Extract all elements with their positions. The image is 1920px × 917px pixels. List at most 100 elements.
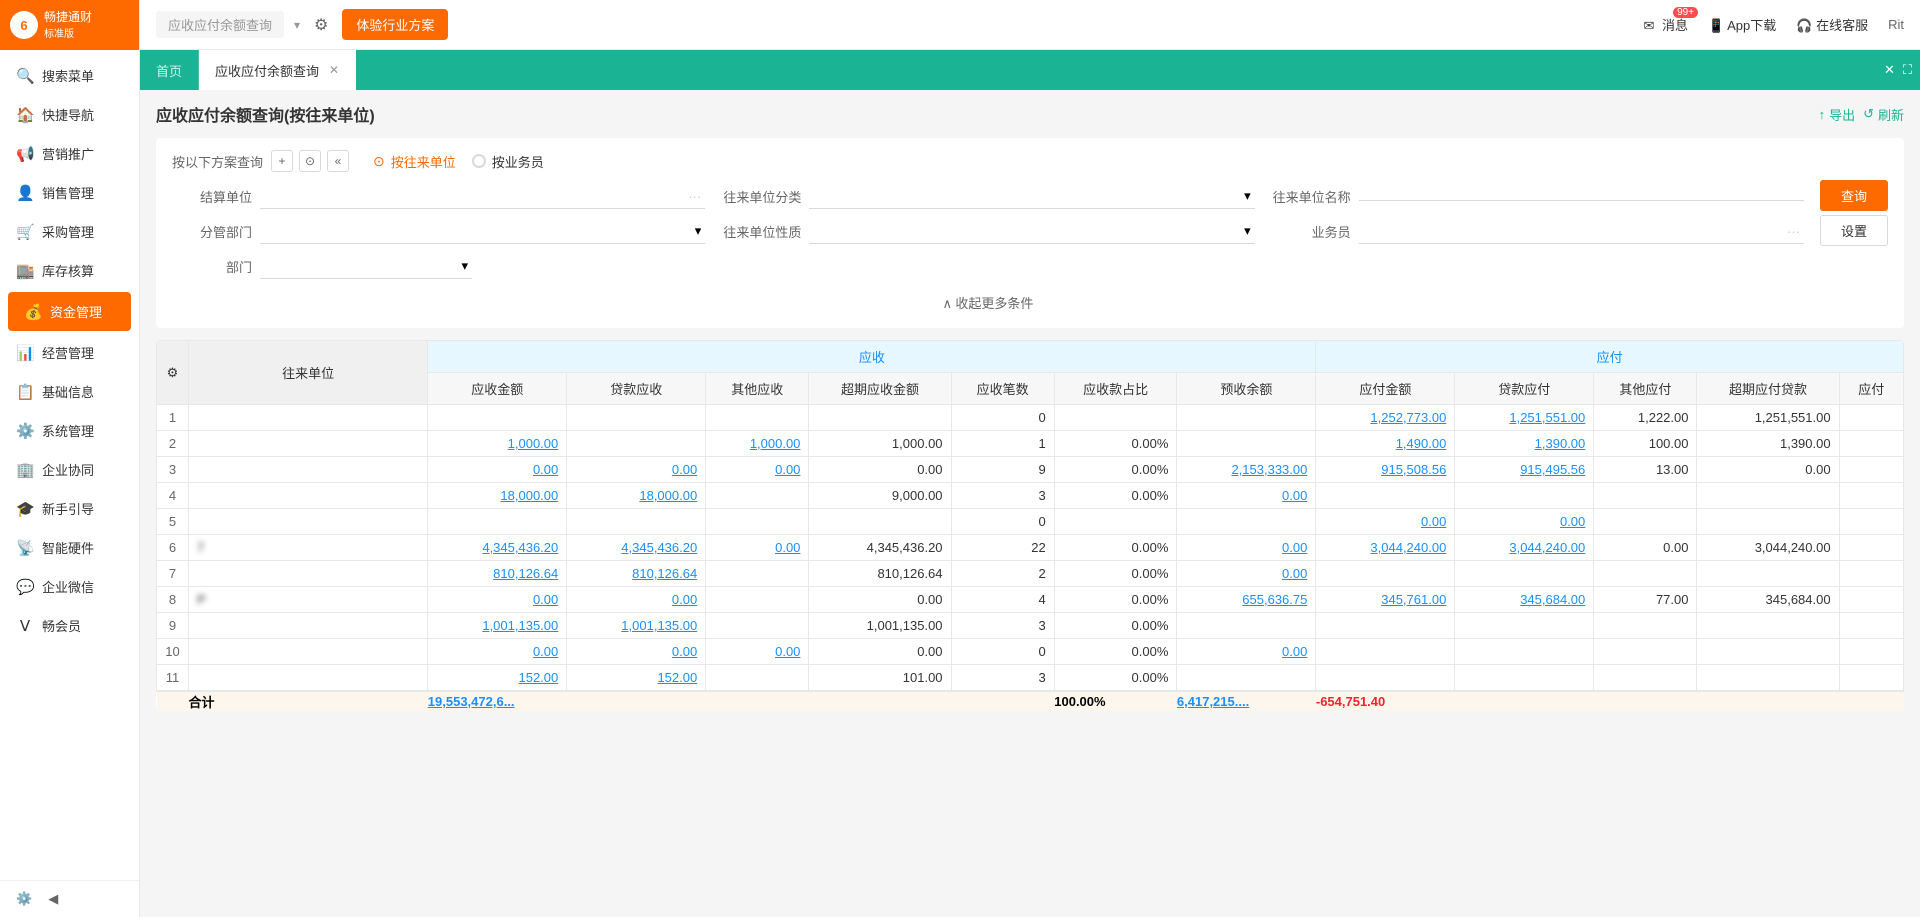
td-loan-ar[interactable]: 1,001,135.00 (567, 613, 706, 639)
scheme-option-by-staff[interactable]: 按业务员 (472, 152, 544, 171)
dept-select[interactable]: ▾ (260, 254, 472, 279)
td-loan-ar[interactable]: 152.00 (567, 665, 706, 692)
td-ar-amount[interactable]: 0.00 (428, 587, 567, 613)
td-loan-ar[interactable] (567, 405, 706, 431)
td-loan-ap[interactable] (1455, 613, 1594, 639)
td-ap-amount[interactable]: 345,761.00 (1316, 587, 1455, 613)
export-button[interactable]: ↑ 导出 (1819, 105, 1856, 124)
td-loan-ap[interactable] (1455, 665, 1594, 692)
sidebar-item-marketing[interactable]: 📢 营销推广 (0, 134, 139, 173)
sidebar-item-search-menu[interactable]: 🔍 搜索菜单 (0, 56, 139, 95)
td-loan-ar[interactable] (567, 431, 706, 457)
settings-button[interactable]: 设置 (1820, 215, 1888, 246)
td-loan-ar[interactable]: 0.00 (567, 587, 706, 613)
td-ap-amount[interactable] (1316, 639, 1455, 665)
td-loan-ap[interactable]: 915,495.56 (1455, 457, 1594, 483)
sidebar-item-basic-info[interactable]: 📋 基础信息 (0, 372, 139, 411)
td-ar-amount[interactable]: 18,000.00 (428, 483, 567, 509)
scheme-option-by-unit[interactable]: ⊙ 按往来单位 (373, 152, 456, 171)
sidebar-item-inventory[interactable]: 🏬 库存核算 (0, 251, 139, 290)
collapse-conditions[interactable]: ∧ 收起更多条件 (172, 289, 1804, 316)
td-loan-ar[interactable]: 0.00 (567, 639, 706, 665)
sidebar-item-sales[interactable]: 👤 销售管理 (0, 173, 139, 212)
topbar-gear-icon[interactable]: ⚙ (310, 11, 332, 39)
td-other-ar[interactable]: 0.00 (706, 457, 809, 483)
sidebar-item-purchase[interactable]: 🛒 采购管理 (0, 212, 139, 251)
sidebar-item-system[interactable]: ⚙️ 系统管理 (0, 411, 139, 450)
td-other-ar[interactable] (706, 561, 809, 587)
td-ar-amount[interactable] (428, 405, 567, 431)
td-prepay[interactable]: 0.00 (1177, 535, 1316, 561)
sidebar-item-enterprise[interactable]: 🏢 企业协同 (0, 450, 139, 489)
td-prepay[interactable] (1177, 613, 1316, 639)
sidebar-item-operations[interactable]: 📊 经营管理 (0, 333, 139, 372)
td-other-ar[interactable] (706, 509, 809, 535)
td-ar-amount[interactable]: 810,126.64 (428, 561, 567, 587)
td-ar-amount[interactable]: 4,345,436.20 (428, 535, 567, 561)
td-other-ar[interactable] (706, 665, 809, 692)
td-loan-ar[interactable] (567, 509, 706, 535)
td-other-ar[interactable]: 1,000.00 (706, 431, 809, 457)
td-loan-ar[interactable]: 810,126.64 (567, 561, 706, 587)
salesperson-input[interactable]: ··· (1359, 220, 1804, 244)
td-other-ar[interactable]: 0.00 (706, 639, 809, 665)
td-loan-ap[interactable]: 0.00 (1455, 509, 1594, 535)
tab-close-icon[interactable]: ✕ (329, 63, 339, 77)
settlement-unit-input[interactable]: ··· (260, 185, 705, 209)
td-prepay[interactable]: 0.00 (1177, 483, 1316, 509)
promo-button[interactable]: 体验行业方案 (342, 9, 448, 40)
sidebar-item-wechat[interactable]: 💬 企业微信 (0, 567, 139, 606)
online-service-link[interactable]: 🎧 在线客服 (1796, 15, 1868, 34)
collapse-scheme-button[interactable]: « (327, 150, 349, 172)
td-loan-ar[interactable]: 18,000.00 (567, 483, 706, 509)
refresh-button[interactable]: ↺ 刷新 (1863, 105, 1904, 124)
td-ap-amount[interactable]: 3,044,240.00 (1316, 535, 1455, 561)
th-settings[interactable]: ⚙ (157, 341, 189, 405)
td-prepay[interactable] (1177, 405, 1316, 431)
td-ar-amount[interactable]: 1,001,135.00 (428, 613, 567, 639)
unit-category-select[interactable]: ▾ (809, 184, 1254, 209)
td-ap-amount[interactable]: 915,508.56 (1316, 457, 1455, 483)
unit-name-input[interactable] (1359, 192, 1804, 201)
tab-home[interactable]: 首页 (140, 50, 199, 90)
dropdown-arrow-icon[interactable]: ▾ (294, 18, 300, 32)
message-badge[interactable]: ✉ 消息 99+ (1644, 15, 1689, 34)
td-ap-amount[interactable] (1316, 483, 1455, 509)
td-prepay[interactable] (1177, 665, 1316, 692)
td-ap-amount[interactable] (1316, 613, 1455, 639)
td-ap-amount[interactable] (1316, 561, 1455, 587)
td-other-ar[interactable] (706, 405, 809, 431)
td-other-ar[interactable] (706, 587, 809, 613)
td-ap-amount[interactable]: 0.00 (1316, 509, 1455, 535)
dept-mgr-select[interactable]: ▾ (260, 219, 705, 244)
td-loan-ap[interactable] (1455, 561, 1594, 587)
td-prepay[interactable] (1177, 431, 1316, 457)
td-loan-ap[interactable]: 345,684.00 (1455, 587, 1594, 613)
td-loan-ap[interactable]: 1,390.00 (1455, 431, 1594, 457)
td-loan-ar[interactable]: 0.00 (567, 457, 706, 483)
td-loan-ap[interactable] (1455, 639, 1594, 665)
td-prepay[interactable]: 0.00 (1177, 639, 1316, 665)
td-ar-amount[interactable]: 0.00 (428, 639, 567, 665)
td-ar-amount[interactable]: 152.00 (428, 665, 567, 692)
sidebar-settings-icon[interactable]: ⚙️ (16, 891, 32, 907)
query-button[interactable]: 查询 (1820, 180, 1888, 211)
td-other-ar[interactable] (706, 613, 809, 639)
td-other-ar[interactable]: 0.00 (706, 535, 809, 561)
settings-scheme-button[interactable]: ⊙ (299, 150, 321, 172)
td-prepay[interactable]: 655,636.75 (1177, 587, 1316, 613)
td-loan-ap[interactable]: 1,251,551.00 (1455, 405, 1594, 431)
td-other-ar[interactable] (706, 483, 809, 509)
sidebar-collapse-icon[interactable]: ◀ (48, 891, 58, 907)
td-ap-amount[interactable] (1316, 665, 1455, 692)
sidebar-item-guide[interactable]: 🎓 新手引导 (0, 489, 139, 528)
tab-close-all-icon[interactable]: ✕ (1884, 62, 1895, 78)
unit-nature-select[interactable]: ▾ (809, 219, 1254, 244)
td-ar-amount[interactable]: 0.00 (428, 457, 567, 483)
tab-expand-icon[interactable]: ⛶ (1903, 62, 1912, 78)
td-ap-amount[interactable]: 1,490.00 (1316, 431, 1455, 457)
td-prepay[interactable]: 0.00 (1177, 561, 1316, 587)
td-loan-ap[interactable]: 3,044,240.00 (1455, 535, 1594, 561)
sidebar-item-member[interactable]: Ⅴ 畅会员 (0, 606, 139, 645)
sidebar-item-quick-nav[interactable]: 🏠 快捷导航 (0, 95, 139, 134)
